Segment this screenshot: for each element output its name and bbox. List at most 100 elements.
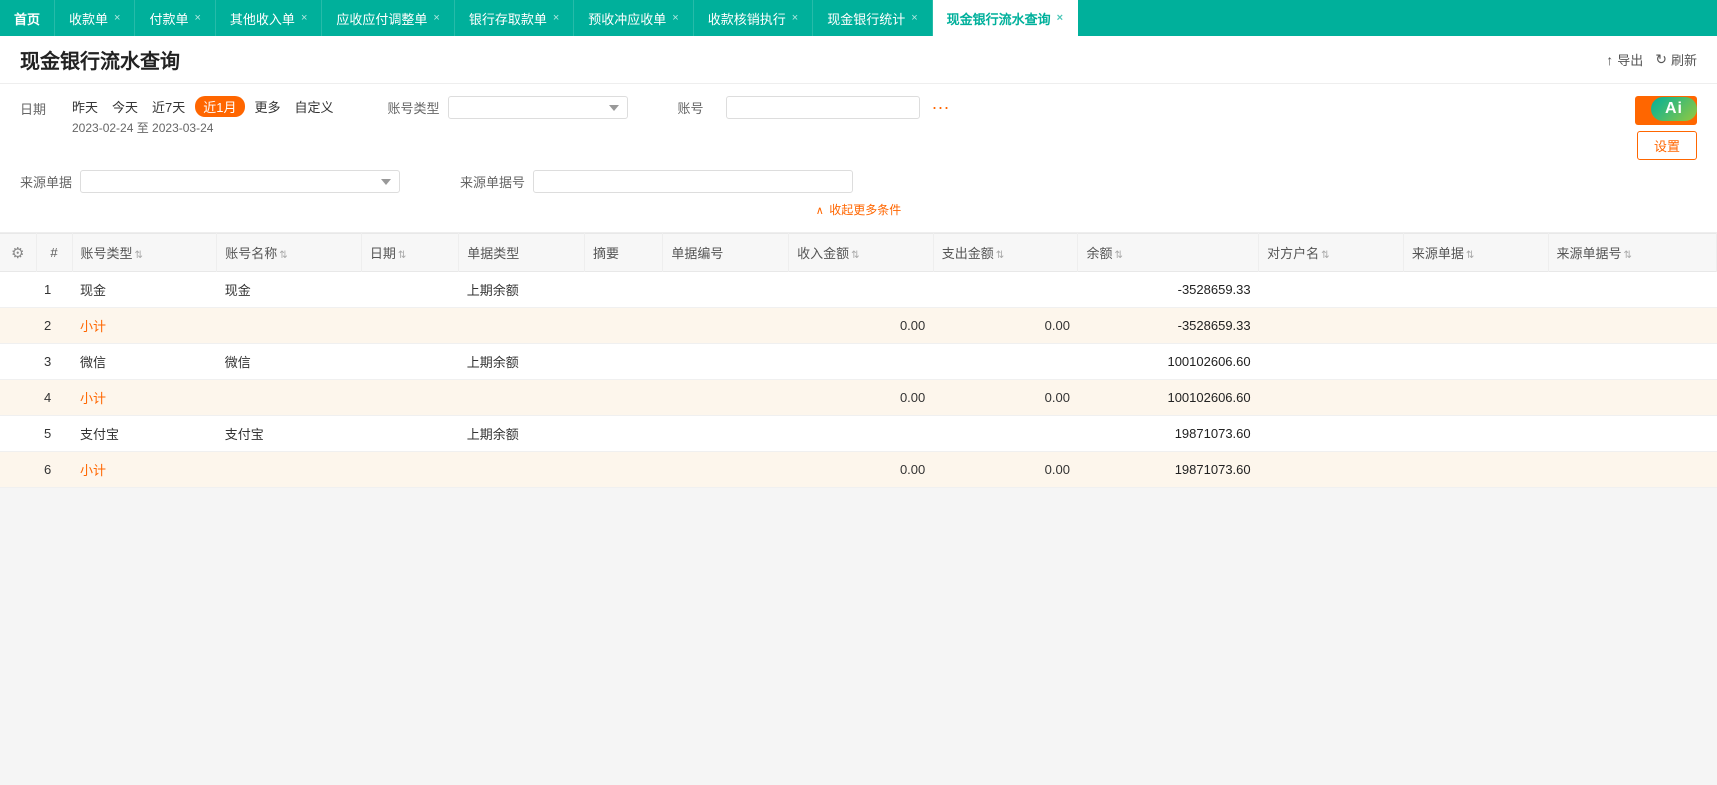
td-date [361,272,458,308]
td-source-doc-no [1548,416,1717,452]
close-icon[interactable]: × [1057,12,1063,24]
ai-badge[interactable]: Ai [1651,97,1697,121]
td-doc-type: 上期余额 [459,272,585,308]
collapse-bar[interactable]: ∧ 收起更多条件 [20,197,1697,224]
td-doc-no [663,416,789,452]
td-income [789,272,934,308]
export-button[interactable]: ↑ 导出 [1606,50,1643,69]
td-row-no: 6 [36,452,72,488]
td-source-doc-no [1548,452,1717,488]
th-account-name[interactable]: 账号名称⇅ [217,234,362,272]
td-account-type: 小计 [72,452,217,488]
date-btn-more[interactable]: 更多 [251,96,285,117]
date-btn-1month[interactable]: 近1月 [195,96,244,117]
td-balance: 19871073.60 [1078,452,1259,488]
th-income[interactable]: 收入金额⇅ [789,234,934,272]
td-balance: -3528659.33 [1078,308,1259,344]
refresh-icon: ↻ [1655,51,1667,68]
chevron-up-icon: ∧ [816,205,824,217]
th-doc-type[interactable]: 单据类型 [459,234,585,272]
td-source-doc [1403,344,1548,380]
td-summary [584,380,662,416]
nav-tab-yushouzhong[interactable]: 预收冲应收单 × [574,0,693,36]
close-icon[interactable]: × [433,12,439,24]
td-summary [584,416,662,452]
th-date[interactable]: 日期⇅ [361,234,458,272]
sort-icon: ⇅ [1466,250,1474,261]
td-doc-type: 上期余额 [459,344,585,380]
account-type-label: 账号类型 [388,98,440,117]
date-btn-7days[interactable]: 近7天 [148,96,189,117]
td-counterparty [1259,380,1404,416]
td-account-type: 小计 [72,380,217,416]
nav-tab-liushuichaxun[interactable]: 现金银行流水查询 × [933,0,1078,36]
nav-home[interactable]: 首页 [0,0,55,36]
th-settings[interactable]: ⚙ [0,234,36,272]
close-icon[interactable]: × [911,12,917,24]
close-icon[interactable]: × [792,12,798,24]
account-type-select[interactable] [448,96,628,119]
close-icon[interactable]: × [114,12,120,24]
td-source-doc-no [1548,272,1717,308]
td-doc-type [459,308,585,344]
td-gear [0,380,36,416]
source-doc-no-label: 来源单据号 [460,172,525,191]
settings-button[interactable]: 设置 [1637,131,1697,160]
td-account-name: 支付宝 [217,416,362,452]
td-doc-no [663,452,789,488]
sort-icon: ⇅ [851,250,859,261]
td-source-doc [1403,416,1548,452]
nav-tab-fukuandan[interactable]: 付款单 × [135,0,215,36]
account-label: 账号 [678,98,718,117]
sort-icon: ⇅ [1624,250,1632,261]
nav-tab-qitashouru[interactable]: 其他收入单 × [216,0,322,36]
td-date [361,308,458,344]
account-dots-button[interactable]: ··· [932,97,950,118]
td-counterparty [1259,272,1404,308]
date-btn-today[interactable]: 今天 [108,96,142,117]
th-source-doc-no[interactable]: 来源单据号⇅ [1548,234,1717,272]
close-icon[interactable]: × [194,12,200,24]
source-doc-select[interactable] [80,170,400,193]
th-source-doc[interactable]: 来源单据⇅ [1403,234,1548,272]
close-icon[interactable]: × [301,12,307,24]
td-balance: -3528659.33 [1078,272,1259,308]
td-expense [933,272,1078,308]
close-icon[interactable]: × [672,12,678,24]
nav-tab-xianjinyinhang[interactable]: 现金银行统计 × [813,0,932,36]
td-doc-type [459,380,585,416]
td-account-type: 支付宝 [72,416,217,452]
th-balance[interactable]: 余额⇅ [1078,234,1259,272]
td-source-doc-no [1548,380,1717,416]
nav-tab-yinhangcunqu[interactable]: 银行存取款单 × [455,0,574,36]
date-btn-yesterday[interactable]: 昨天 [68,96,102,117]
header-actions: ↑ 导出 ↻ 刷新 [1606,50,1697,69]
nav-tab-shoukuanhexiao[interactable]: 收款核销执行 × [694,0,813,36]
td-source-doc [1403,380,1548,416]
table-header-row: ⚙ # 账号类型⇅ 账号名称⇅ 日期⇅ 单据类型 摘要 单据编号 [0,234,1717,272]
table-row: 5支付宝支付宝上期余额19871073.60 [0,416,1717,452]
date-shortcuts: 昨天 今天 近7天 近1月 更多 自定义 [68,96,338,117]
date-range-display: 2023-02-24 至 2023-03-24 [72,119,338,136]
source-doc-no-input[interactable] [533,170,853,193]
th-no: # [36,234,72,272]
table-row: 3微信微信上期余额100102606.60 [0,344,1717,380]
th-summary: 摘要 [584,234,662,272]
td-date [361,416,458,452]
td-expense: 0.00 [933,452,1078,488]
date-btn-custom[interactable]: 自定义 [291,96,338,117]
nav-tab-shoukuandan[interactable]: 收款单 × [55,0,135,36]
th-counterparty[interactable]: 对方户名⇅ [1259,234,1404,272]
nav-tab-yingshouyingfu[interactable]: 应收应付调整单 × [322,0,454,36]
account-input[interactable] [726,96,920,119]
td-account-name: 现金 [217,272,362,308]
th-doc-no[interactable]: 单据编号 [663,234,789,272]
td-source-doc [1403,452,1548,488]
td-gear [0,416,36,452]
th-expense[interactable]: 支出金额⇅ [933,234,1078,272]
td-counterparty [1259,452,1404,488]
th-account-type[interactable]: 账号类型⇅ [72,234,217,272]
refresh-button[interactable]: ↻ 刷新 [1655,50,1697,69]
td-summary [584,308,662,344]
close-icon[interactable]: × [553,12,559,24]
